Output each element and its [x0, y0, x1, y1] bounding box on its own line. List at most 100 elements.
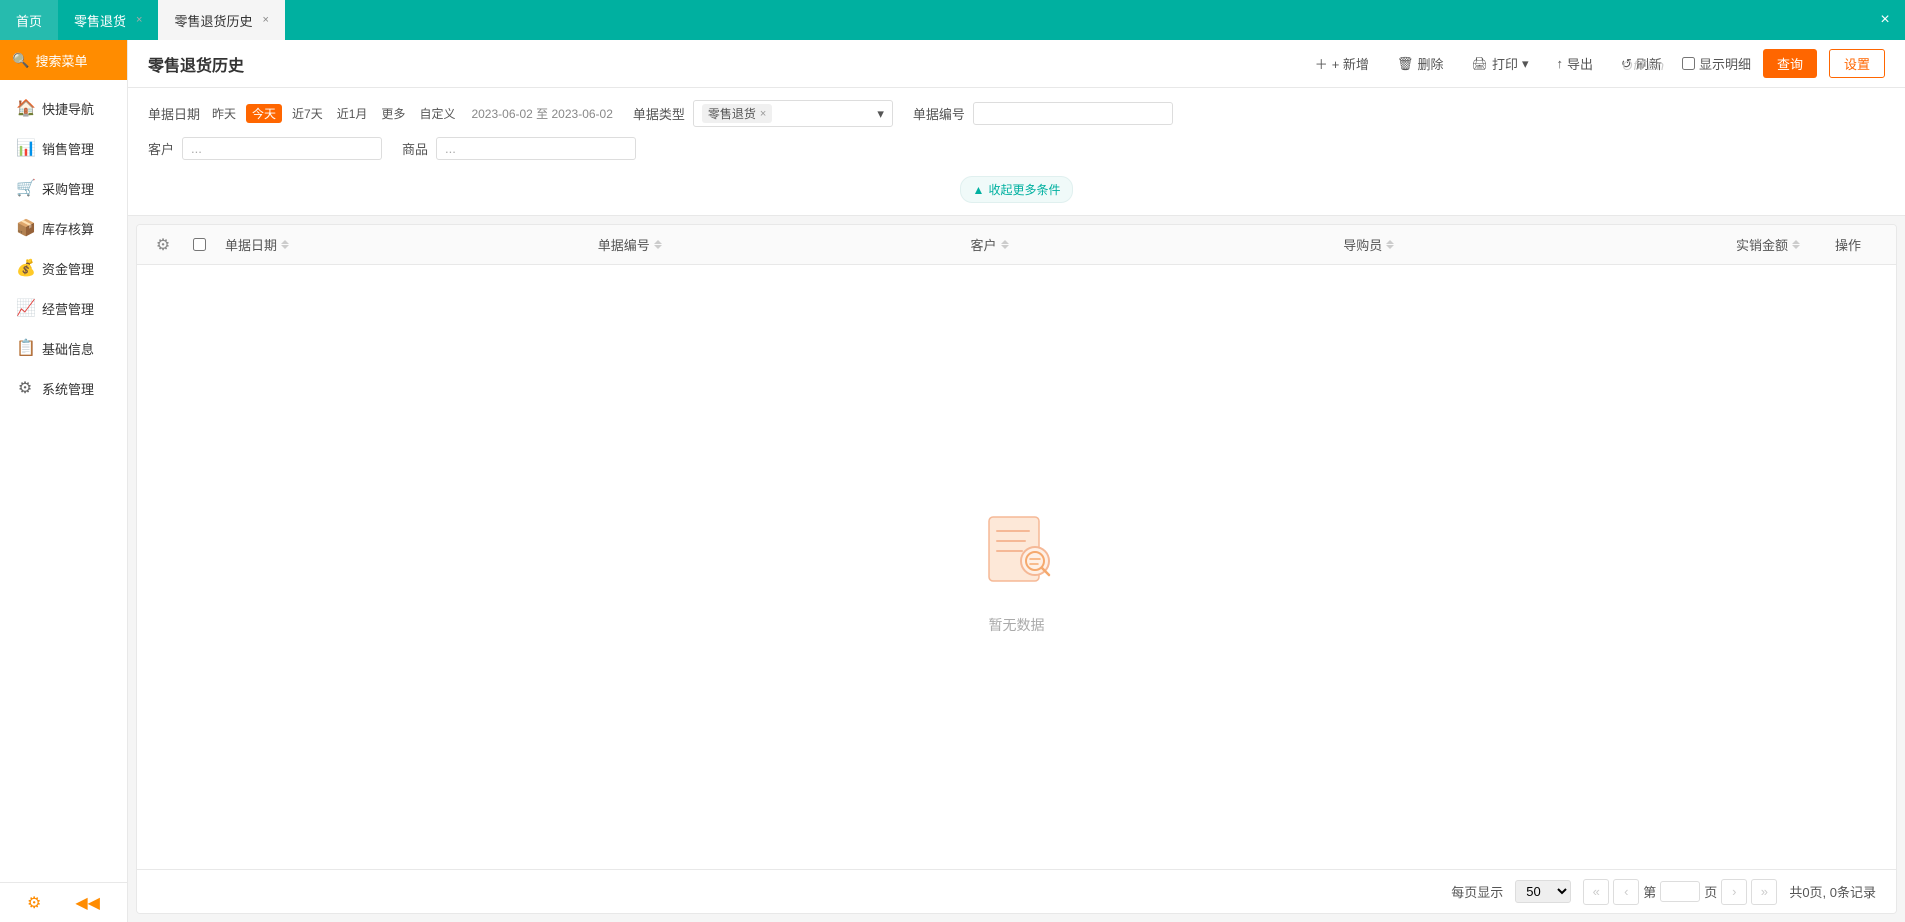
date-shortcut-昨天[interactable]: 昨天 — [208, 104, 240, 123]
window-close-button[interactable]: × — [1865, 0, 1905, 40]
date-range-display: 2023-06-02 至 2023-06-02 — [471, 105, 612, 122]
sidebar-item-label: 经营管理 — [42, 299, 94, 318]
main-layout: 🔍 搜索菜单 🏠快捷导航 📊 销售管理 🛒采购管理 📦 库存核算 💰 资金管理 📈 经营管理 📋基础… — [0, 40, 1905, 922]
date-filter: 单据日期 昨天今天近7天近1月更多自定义 2023-06-02 至 2023-0… — [148, 104, 613, 123]
sidebar-icon: 📈 — [16, 298, 34, 318]
show-detail-checkbox-wrapper: 显示明细 — [1682, 54, 1751, 73]
empty-text: 暂无数据 — [989, 615, 1045, 635]
sidebar-item-基础信息[interactable]: 📋基础信息 — [0, 328, 127, 368]
sidebar-item-库存核算[interactable]: 📦 库存核算 — [0, 208, 127, 248]
date-shortcut-近1月[interactable]: 近1月 — [333, 104, 372, 123]
date-shortcuts: 昨天今天近7天近1月更多自定义 — [208, 104, 459, 123]
current-page-input[interactable]: 1 — [1660, 881, 1700, 902]
sidebar-search-label: 搜索菜单 — [35, 51, 87, 70]
sidebar-item-资金管理[interactable]: 💰 资金管理 — [0, 248, 127, 288]
tab-bar: 首页零售退货×零售退货历史× — [0, 0, 1865, 40]
th-actions: 操作 — [1808, 235, 1888, 254]
print-icon: 🖨 — [1471, 56, 1488, 72]
voucher-type-tag-close[interactable]: × — [760, 108, 766, 120]
sidebar-item-系统管理[interactable]: ⚙ 系统管理 — [0, 368, 127, 408]
sidebar-settings-icon[interactable]: ⚙ — [27, 893, 41, 913]
customer-select[interactable]: ... — [182, 137, 382, 160]
add-icon: ＋ — [1315, 54, 1328, 73]
show-detail-checkbox[interactable] — [1682, 57, 1695, 70]
collapse-up-icon: ▲ — [973, 183, 985, 197]
total-info: 共0页, 0条记录 — [1789, 882, 1876, 901]
empty-state: 暂无数据 — [137, 265, 1896, 869]
sidebar-item-经营管理[interactable]: 📈 经营管理 — [0, 288, 127, 328]
sort-date-icon[interactable] — [281, 240, 289, 249]
sidebar: 🔍 搜索菜单 🏠快捷导航 📊 销售管理 🛒采购管理 📦 库存核算 💰 资金管理 📈 经营管理 📋基础… — [0, 40, 128, 922]
collapse-button[interactable]: ▲ 收起更多条件 — [960, 176, 1074, 203]
query-button[interactable]: 查询 — [1763, 49, 1817, 78]
sidebar-item-采购管理[interactable]: 🛒采购管理 — [0, 168, 127, 208]
sidebar-nav: 🏠快捷导航 📊 销售管理 🛒采购管理 📦 库存核算 💰 资金管理 📈 经营管理 📋基础信息 ⚙ 系统管理 — [0, 80, 127, 882]
sidebar-icon: ⚙ — [16, 378, 34, 398]
voucher-type-select[interactable]: 零售退货 × ▾ — [693, 100, 893, 127]
sidebar-item-label: 系统管理 — [42, 379, 94, 398]
tab-close-icon[interactable]: × — [136, 14, 142, 26]
sort-guide-icon[interactable] — [1386, 240, 1394, 249]
tab-首页[interactable]: 首页 — [0, 0, 58, 40]
content-area: 零售退货历史 ＋ + 新增 🗑 删除 🖨 打印 ▾ ↑ 导出 — [128, 40, 1905, 922]
sort-amount-icon[interactable] — [1792, 240, 1800, 249]
voucher-no-label: 单据编号 — [913, 104, 965, 123]
tab-零售退货[interactable]: 零售退货× — [58, 0, 158, 40]
pagination-nav: « ‹ 第 1 页 › » — [1583, 879, 1777, 905]
select-all-checkbox-wrapper — [181, 238, 217, 251]
filter-row-2: 客户 ... 商品 ... — [148, 137, 1885, 160]
tab-零售退货历史[interactable]: 零售退货历史× — [158, 0, 284, 40]
date-shortcut-更多[interactable]: 更多 — [377, 104, 409, 123]
date-shortcut-近7天[interactable]: 近7天 — [288, 104, 327, 123]
sidebar-search-button[interactable]: 🔍 搜索菜单 — [0, 40, 127, 80]
page-header: 零售退货历史 ＋ + 新增 🗑 删除 🖨 打印 ▾ ↑ 导出 — [128, 40, 1905, 88]
sidebar-icon: 📦 — [16, 218, 34, 238]
delete-button[interactable]: 🗑 删除 — [1389, 50, 1452, 77]
sidebar-item-label: 销售管理 — [42, 139, 94, 158]
last-page-button[interactable]: » — [1751, 879, 1777, 905]
voucher-no-input[interactable] — [973, 102, 1173, 125]
sidebar-icon: 📋 — [16, 338, 34, 358]
prev-page-button[interactable]: ‹ — [1613, 879, 1639, 905]
per-page-select[interactable]: 50 20 100 — [1515, 880, 1571, 903]
setting-button[interactable]: 设置 — [1829, 49, 1885, 78]
column-settings-button[interactable]: ⚙ — [145, 235, 181, 255]
table-container: ⚙ 单据日期 单据编号 — [137, 225, 1896, 913]
toolbar: ＋ + 新增 🗑 删除 🖨 打印 ▾ ↑ 导出 ↺ — [1307, 49, 1885, 78]
sidebar-item-label: 资金管理 — [42, 259, 94, 278]
filter-area: 单据日期 昨天今天近7天近1月更多自定义 2023-06-02 至 2023-0… — [128, 88, 1905, 216]
select-all-checkbox[interactable] — [193, 238, 206, 251]
sidebar-icon: 🛒 — [16, 178, 34, 198]
refresh-icon: ↺ — [1621, 56, 1632, 72]
voucher-type-filter: 单据类型 零售退货 × ▾ — [633, 100, 893, 127]
date-shortcut-今天[interactable]: 今天 — [246, 104, 282, 123]
print-button[interactable]: 🖨 打印 ▾ — [1463, 50, 1536, 77]
sidebar-item-label: 快捷导航 — [42, 99, 94, 118]
sidebar-mute-icon[interactable]: ◀◀ — [75, 893, 100, 913]
add-button[interactable]: ＋ + 新增 — [1307, 50, 1377, 77]
voucher-type-label: 单据类型 — [633, 104, 685, 123]
sidebar-item-销售管理[interactable]: 📊 销售管理 — [0, 128, 127, 168]
sort-customer-icon[interactable] — [1001, 240, 1009, 249]
date-shortcut-自定义[interactable]: 自定义 — [415, 104, 459, 123]
refresh-button[interactable]: ↺ 刷新 — [1613, 50, 1670, 77]
table-area: ⚙ 单据日期 单据编号 — [136, 224, 1897, 914]
table-header: ⚙ 单据日期 单据编号 — [137, 225, 1896, 265]
export-button[interactable]: ↑ 导出 — [1549, 50, 1602, 77]
sidebar-icon: 💰 — [16, 258, 34, 278]
empty-illustration — [967, 499, 1067, 599]
page-prefix-label: 第 — [1643, 882, 1656, 901]
sidebar-item-快捷导航[interactable]: 🏠快捷导航 — [0, 88, 127, 128]
th-date: 单据日期 — [217, 235, 590, 254]
tab-close-icon[interactable]: × — [262, 14, 268, 26]
goods-select[interactable]: ... — [436, 137, 636, 160]
sidebar-icon: 📊 — [16, 138, 34, 158]
sort-no-icon[interactable] — [654, 240, 662, 249]
th-guide: 导购员 — [1335, 235, 1708, 254]
sidebar-item-label: 库存核算 — [42, 219, 94, 238]
next-page-button[interactable]: › — [1721, 879, 1747, 905]
delete-icon: 🗑 — [1397, 56, 1414, 72]
th-no: 单据编号 — [590, 235, 963, 254]
first-page-button[interactable]: « — [1583, 879, 1609, 905]
th-amount: 实销金额 — [1708, 235, 1808, 254]
